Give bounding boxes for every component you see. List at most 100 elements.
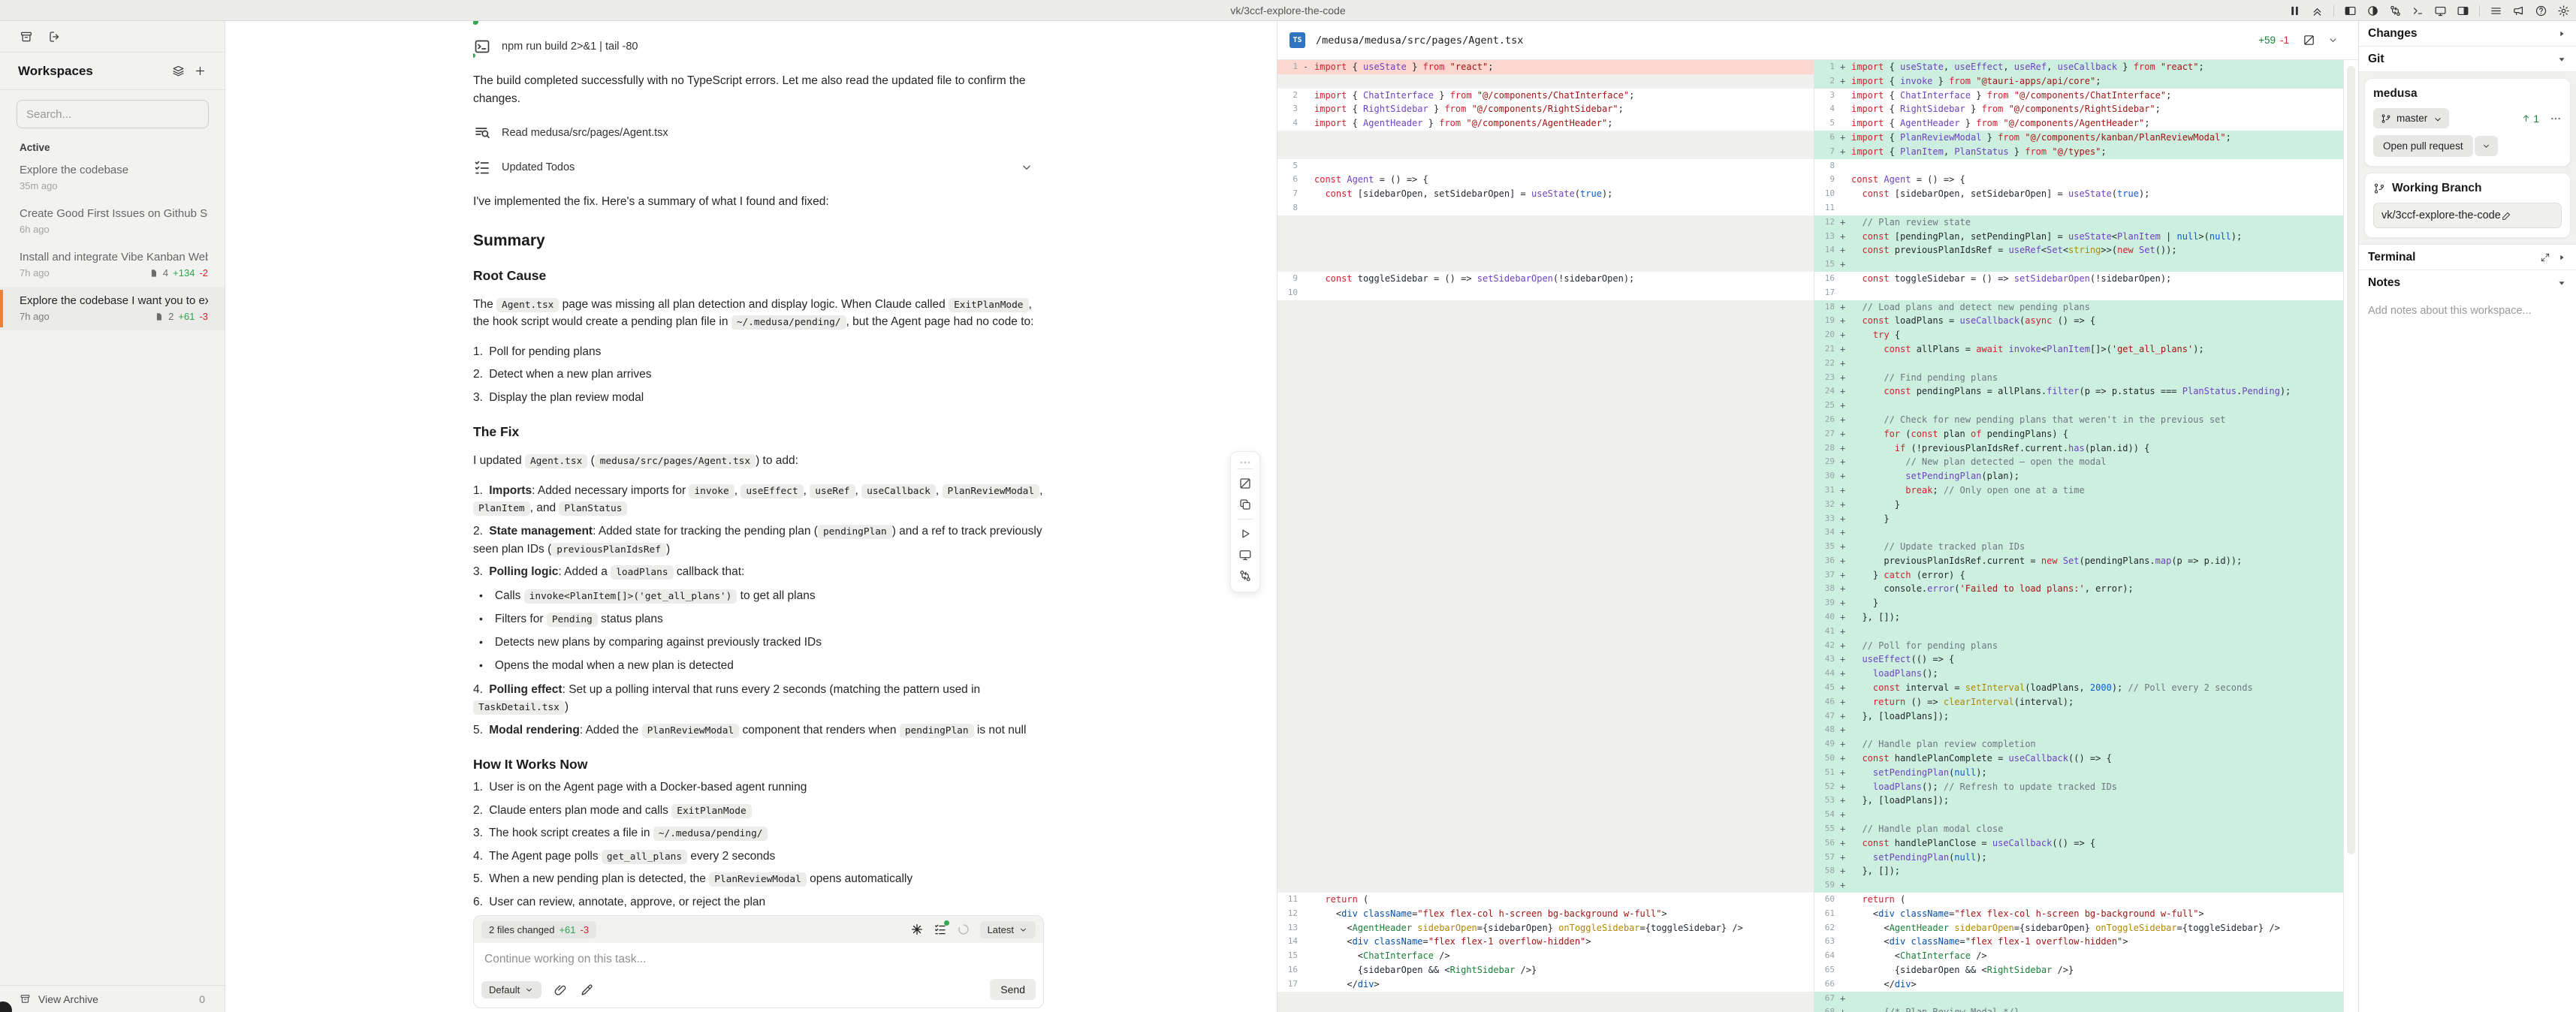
layers-icon[interactable] bbox=[172, 65, 185, 77]
inline-code: useCallback bbox=[861, 484, 936, 498]
collapse-all-icon[interactable] bbox=[2311, 5, 2324, 17]
arrow-up-icon bbox=[2521, 113, 2531, 123]
mode-dropdown[interactable]: Default bbox=[481, 981, 541, 998]
list-item: •Calls invoke<PlanItem[]>('get_all_plans… bbox=[473, 587, 1044, 604]
todo-status-icon[interactable] bbox=[934, 923, 947, 936]
active-section-label: Active bbox=[0, 133, 225, 156]
repo-name: medusa bbox=[2373, 87, 2562, 101]
run-button[interactable] bbox=[1234, 523, 1256, 544]
drag-handle-icon[interactable] bbox=[1238, 456, 1252, 465]
diff-row: 22+ bbox=[1277, 357, 2343, 371]
diff-row: 1-import { useState } from "react";1+imp… bbox=[1277, 60, 2343, 74]
send-button[interactable]: Send bbox=[990, 979, 1036, 1000]
open-pull-request-button[interactable]: Open pull request bbox=[2373, 135, 2473, 157]
diff-row: 6const Agent = () => {9const Agent = () … bbox=[1277, 173, 2343, 187]
view-archive-button[interactable]: View Archive 0 bbox=[0, 985, 225, 1012]
menu-icon[interactable] bbox=[2490, 5, 2502, 17]
working-branch-card: Working Branch vk/3ccf-explore-the-code bbox=[2364, 173, 2571, 238]
diff-row: 14 <div className="flex flex-1 overflow-… bbox=[1277, 935, 2343, 949]
file-path: /medusa/medusa/src/pages/Agent.tsx bbox=[1316, 35, 1523, 47]
sign-out-icon[interactable] bbox=[48, 30, 62, 44]
spark-icon[interactable] bbox=[910, 923, 924, 936]
sidebar-title: Workspaces bbox=[18, 64, 93, 79]
tool-call-row[interactable]: Read medusa/src/pages/Agent.tsx bbox=[473, 124, 1044, 142]
preview-icon[interactable] bbox=[2434, 5, 2447, 17]
diff-row: 47+ }, [loadPlans]); bbox=[1277, 709, 2343, 724]
announcements-icon[interactable] bbox=[2512, 5, 2525, 17]
archive-icon[interactable] bbox=[20, 30, 33, 44]
version-dropdown[interactable]: Latest bbox=[980, 921, 1036, 938]
list-item: 5. Modal rendering: Added the PlanReview… bbox=[473, 721, 1044, 739]
diff-row: 24+ const pendingPlans = allPlans.filter… bbox=[1277, 384, 2343, 399]
notes-input[interactable]: Add notes about this workspace... bbox=[2359, 296, 2576, 326]
collapse-file-icon[interactable] bbox=[2327, 35, 2339, 46]
git-section-header[interactable]: Git bbox=[2359, 47, 2576, 72]
left-panel-icon[interactable] bbox=[2344, 5, 2357, 17]
highlight-icon[interactable] bbox=[580, 983, 594, 997]
pr-options-button[interactable] bbox=[2475, 136, 2498, 156]
attach-icon[interactable] bbox=[554, 983, 568, 997]
todo-icon bbox=[473, 158, 491, 176]
edit-icon[interactable] bbox=[2501, 210, 2512, 221]
right-panel-icon[interactable] bbox=[2457, 5, 2469, 17]
chat-panel: npm run build 2>&1 | tail -80The build c… bbox=[225, 21, 1277, 1012]
workspace-item[interactable]: Install and integrate Vibe Kanban Web7h … bbox=[0, 243, 225, 287]
deletions: -2 bbox=[199, 267, 208, 279]
preview-button[interactable] bbox=[1234, 544, 1256, 565]
ordered-list: 1. User is on the Agent page with a Dock… bbox=[473, 779, 1044, 914]
tool-call-row[interactable]: npm run build 2>&1 | tail -80 bbox=[473, 38, 1044, 56]
file-additions: +59 bbox=[2258, 35, 2276, 46]
tool-call-row[interactable]: Updated Todos bbox=[473, 158, 1044, 176]
message-input[interactable]: Continue working on this task... bbox=[474, 943, 1043, 974]
workspace-item[interactable]: Create Good First Issues on Github So p6… bbox=[0, 200, 225, 243]
diff-row: 36+ previousPlanIdsRef.current = new Set… bbox=[1277, 554, 2343, 568]
terminal-icon[interactable] bbox=[2412, 5, 2424, 17]
files-changed-pill[interactable]: 2 files changed +61 -3 bbox=[481, 921, 596, 938]
help-icon[interactable] bbox=[2535, 5, 2547, 17]
diff-file-header: TS /medusa/medusa/src/pages/Agent.tsx +5… bbox=[1277, 21, 2358, 60]
slash-square-icon[interactable] bbox=[2303, 34, 2315, 47]
diff-row: 58+ }, []); bbox=[1277, 864, 2343, 878]
diff-scrollbar[interactable] bbox=[2343, 60, 2358, 1012]
diff-row: 41+ bbox=[1277, 625, 2343, 639]
git-section-body: medusa master 1 Open pull request bbox=[2359, 72, 2576, 245]
pause-icon[interactable] bbox=[2288, 5, 2301, 17]
working-branch-input[interactable]: vk/3ccf-explore-the-code bbox=[2373, 203, 2562, 228]
settings-icon[interactable] bbox=[2557, 5, 2570, 17]
list-item: 2. Detect when a new plan arrives bbox=[473, 366, 1044, 384]
notes-section-header[interactable]: Notes bbox=[2359, 270, 2576, 296]
copy-button[interactable] bbox=[1234, 494, 1256, 515]
working-branch-label: Working Branch bbox=[2392, 182, 2481, 195]
version-label: Latest bbox=[988, 924, 1014, 935]
diff-row: 59+ bbox=[1277, 878, 2343, 893]
expand-icon[interactable] bbox=[2540, 252, 2550, 263]
diff-row: 16 {sidebarOpen && <RightSidebar />}65 {… bbox=[1277, 963, 2343, 977]
workspace-item[interactable]: Explore the codebase35m ago bbox=[0, 156, 225, 200]
diff-row: 38+ console.error('Failed to load plans:… bbox=[1277, 582, 2343, 596]
diff-row: 58 bbox=[1277, 159, 2343, 173]
list-item: 1. Imports: Added necessary imports for … bbox=[473, 482, 1044, 517]
diff-row: 12+ // Plan review state bbox=[1277, 215, 2343, 230]
git-compare-icon[interactable] bbox=[2389, 5, 2402, 17]
workspace-item[interactable]: Explore the codebase I want you to exp7h… bbox=[0, 287, 225, 330]
list-item: 2. State management: Added state for tra… bbox=[473, 523, 1044, 558]
diff-row: 7+import { PlanItem, PlanStatus } from "… bbox=[1277, 145, 2343, 159]
git-compare-button[interactable] bbox=[1234, 565, 1256, 586]
read-icon bbox=[473, 124, 491, 142]
commits-ahead: 1 bbox=[2521, 113, 2539, 125]
terminal-section-header[interactable]: Terminal bbox=[2359, 245, 2576, 270]
theme-icon[interactable] bbox=[2366, 5, 2379, 17]
branch-dropdown[interactable]: master bbox=[2373, 108, 2449, 128]
diff-toggle-button[interactable] bbox=[1234, 473, 1256, 494]
mode-label: Default bbox=[489, 984, 520, 995]
changes-section-header[interactable]: Changes bbox=[2359, 21, 2576, 47]
chevron-down-icon bbox=[2433, 114, 2442, 123]
chevron-down-icon[interactable] bbox=[1020, 161, 1033, 174]
more-options-icon[interactable] bbox=[2550, 113, 2562, 125]
search-input[interactable] bbox=[17, 100, 209, 128]
new-workspace-button[interactable] bbox=[194, 65, 207, 77]
diff-row: 44+ loadPlans(); bbox=[1277, 667, 2343, 681]
diff-row: 51+ setPendingPlan(null); bbox=[1277, 766, 2343, 780]
divider bbox=[2333, 5, 2334, 17]
view-archive-label: View Archive bbox=[38, 993, 98, 1005]
